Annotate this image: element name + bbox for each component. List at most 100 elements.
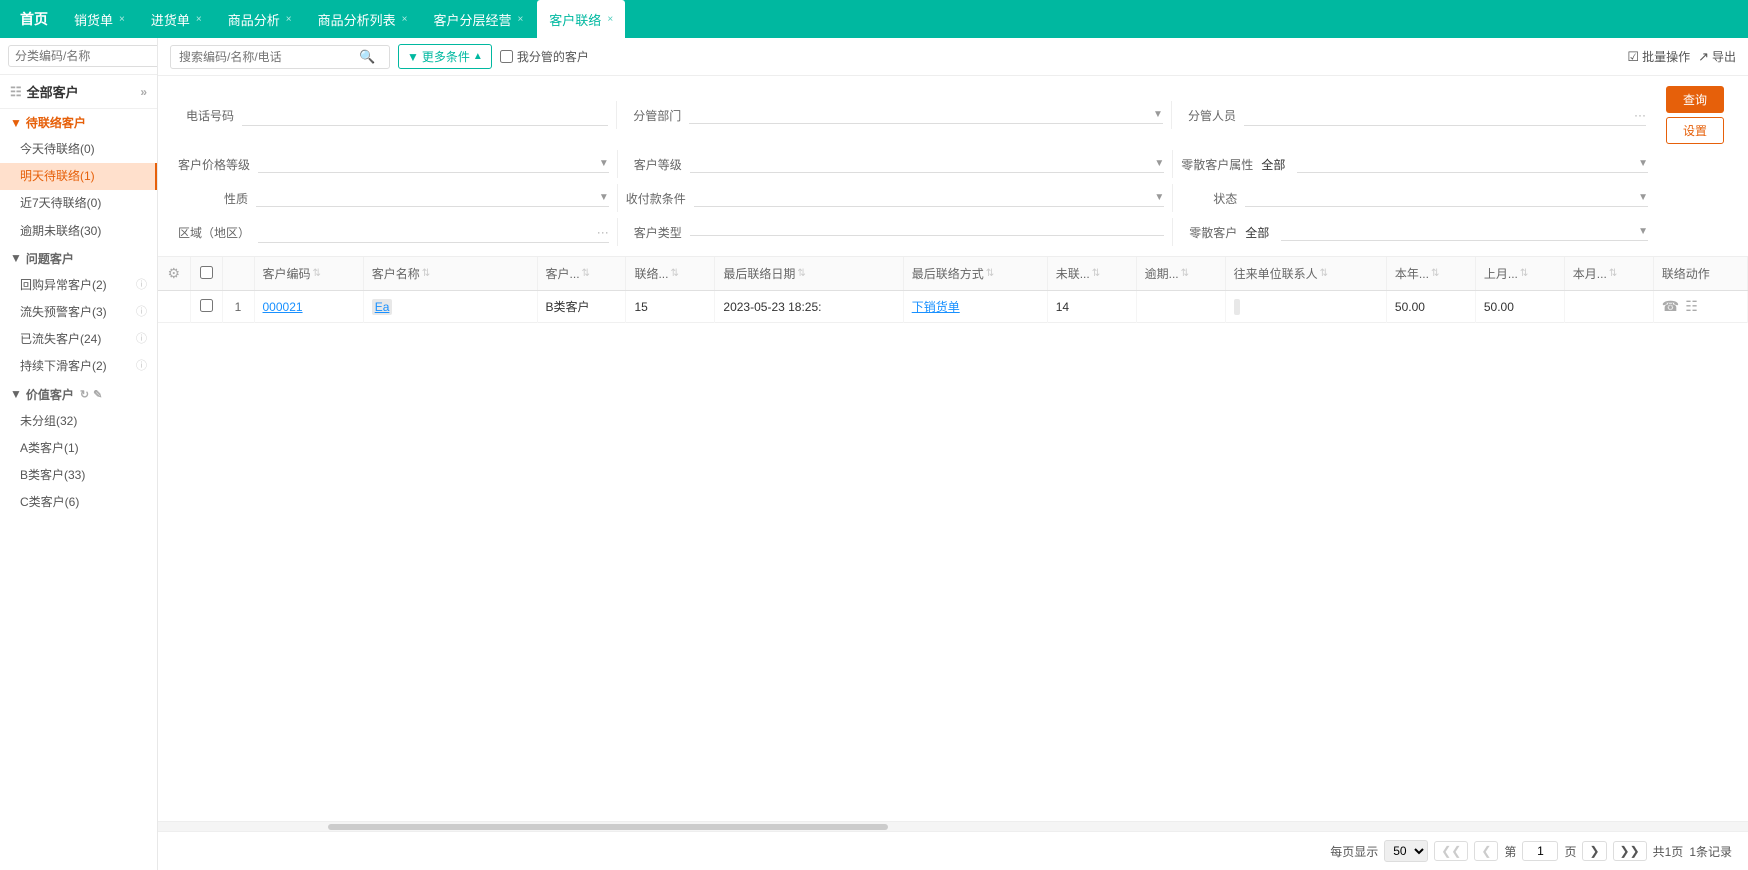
sidebar-item-classB[interactable]: B类客户(33) xyxy=(0,462,157,489)
sidebar-item-today[interactable]: 今天待联络(0) xyxy=(0,136,157,163)
table-row: 1 000021 Ea B类客户 15 xyxy=(158,291,1748,323)
prev-prev-btn[interactable]: ❮❮ xyxy=(1434,841,1468,861)
search-input[interactable] xyxy=(179,50,359,64)
export-btn[interactable]: ↗ 导出 xyxy=(1698,48,1736,65)
filter-retail-attr-select[interactable]: ▼ xyxy=(1297,155,1648,173)
filter-icon: ▼ xyxy=(407,50,419,64)
sidebar-group-pending-title[interactable]: ▼ 待联络客户 xyxy=(0,109,157,136)
nav-purchase[interactable]: 进货单 × xyxy=(139,0,214,38)
col-type-header[interactable]: 客户... ⇅ xyxy=(537,257,626,291)
close-icon[interactable]: × xyxy=(517,14,523,25)
search-icon[interactable]: 🔍 xyxy=(359,49,375,65)
col-contacts-header[interactable]: 联络... ⇅ xyxy=(626,257,715,291)
sidebar-item-ungrouped[interactable]: 未分组(32) xyxy=(0,408,157,435)
prev-btn[interactable]: ❮ xyxy=(1474,841,1498,861)
refresh-icon[interactable]: ↻ xyxy=(80,388,89,401)
filter-payment-field: 收付款条件 ▼ xyxy=(618,189,1173,207)
content-area: 🔍 ▼ 更多条件 ▲ 我分管的客户 ☑ 批量操作 ↗ 导出 xyxy=(158,38,1748,870)
sidebar-item-declining[interactable]: 持续下滑客户(2) ⓘ xyxy=(0,353,157,380)
nav-analysis-list[interactable]: 商品分析列表 × xyxy=(306,0,420,38)
sidebar-all-customers[interactable]: ☷ 全部客户 » xyxy=(0,75,157,109)
close-icon[interactable]: × xyxy=(286,14,292,25)
filter-person-select[interactable]: ··· xyxy=(1244,105,1646,126)
sidebar-item-warning[interactable]: 流失预警客户(3) ⓘ xyxy=(0,299,157,326)
filter-retail-cust-value: 全部 xyxy=(1245,224,1269,241)
filter-status-select[interactable]: ▼ xyxy=(1245,189,1648,207)
sort-icon: ⇅ xyxy=(313,268,321,279)
filter-payment-select[interactable]: ▼ xyxy=(694,189,1164,207)
filter-nature-select[interactable]: ▼ xyxy=(256,189,609,207)
sidebar-group-value-title[interactable]: ▼ 价值客户 ↻ ✎ xyxy=(0,381,157,408)
col-overdue-header[interactable]: 逾期... ⇅ xyxy=(1136,257,1225,291)
filter-cust-level-select[interactable]: ▼ xyxy=(690,155,1165,173)
filter-price-level-field: 客户价格等级 ▼ xyxy=(170,155,617,173)
my-customers-checkbox[interactable] xyxy=(500,50,513,63)
nav-home[interactable]: 首页 xyxy=(8,0,60,38)
filter-status-label: 状态 xyxy=(1181,190,1237,207)
batch-op-btn[interactable]: ☑ 批量操作 xyxy=(1627,48,1690,65)
edit-icon[interactable]: ✎ xyxy=(93,388,102,401)
sidebar-item-classC[interactable]: C类客户(6) xyxy=(0,489,157,516)
horizontal-scrollbar[interactable] xyxy=(158,821,1748,831)
col-this-year-header[interactable]: 本年... ⇅ xyxy=(1386,257,1475,291)
col-last-date-header[interactable]: 最后联络日期 ⇅ xyxy=(715,257,903,291)
nav-sales[interactable]: 销货单 × xyxy=(62,0,137,38)
sidebar-item-overdue[interactable]: 逾期未联络(30) xyxy=(0,218,157,245)
close-icon[interactable]: × xyxy=(119,14,125,25)
sidebar-item-tomorrow[interactable]: 明天待联络(1) xyxy=(0,163,157,190)
filter-actions: 查询 设置 xyxy=(1654,86,1736,144)
page-input[interactable] xyxy=(1522,841,1558,861)
next-next-btn[interactable]: ❯❯ xyxy=(1613,841,1647,861)
filter-cust-type-select[interactable] xyxy=(690,229,1165,236)
col-name-header[interactable]: 客户名称 ⇅ xyxy=(363,257,537,291)
nav-customer-layer[interactable]: 客户分层经营 × xyxy=(421,0,535,38)
customer-code-link[interactable]: 000021 xyxy=(263,300,303,314)
more-conditions-btn[interactable]: ▼ 更多条件 ▲ xyxy=(398,44,492,69)
select-all-checkbox[interactable] xyxy=(200,266,213,279)
last-method-link[interactable]: 下销货单 xyxy=(912,300,960,314)
filter-dept-select[interactable]: ▼ xyxy=(689,106,1163,124)
filter-price-select[interactable]: ▼ xyxy=(258,155,609,173)
sidebar-item-lost[interactable]: 已流失客户(24) ⓘ xyxy=(0,326,157,353)
settings-icon[interactable]: ⚙ xyxy=(167,265,180,281)
filter-phone-input[interactable] xyxy=(242,105,608,126)
filter-region-select[interactable]: ··· xyxy=(258,222,609,243)
next-btn[interactable]: ❯ xyxy=(1582,841,1606,861)
sidebar-search-input[interactable] xyxy=(8,45,158,67)
col-code-header[interactable]: 客户编码 ⇅ xyxy=(254,257,363,291)
sidebar-item-classA[interactable]: A类客户(1) xyxy=(0,435,157,462)
col-this-month-header[interactable]: 本月... ⇅ xyxy=(1564,257,1653,291)
row-select-checkbox[interactable] xyxy=(200,299,213,312)
filter-row-3: 性质 ▼ 收付款条件 ▼ 状态 xyxy=(158,184,1748,212)
col-uncontact-header[interactable]: 未联... ⇅ xyxy=(1047,257,1136,291)
page-size-select[interactable]: 50 xyxy=(1384,840,1428,862)
phone-icon[interactable]: ☎ xyxy=(1662,298,1679,315)
grid-action-icon[interactable]: ☷ xyxy=(1685,298,1698,315)
customer-name-link[interactable]: Ea xyxy=(372,299,393,315)
col-last-month-header[interactable]: 上月... ⇅ xyxy=(1475,257,1564,291)
col-last-method-header[interactable]: 最后联络方式 ⇅ xyxy=(903,257,1047,291)
query-button[interactable]: 查询 xyxy=(1666,86,1724,113)
col-action-header: 联络动作 xyxy=(1653,257,1747,291)
close-icon[interactable]: × xyxy=(196,14,202,25)
nav-customer-contact[interactable]: 客户联络 × xyxy=(537,0,625,38)
close-icon[interactable]: × xyxy=(402,14,408,25)
nav-analysis[interactable]: 商品分析 × xyxy=(216,0,304,38)
collapse-icon[interactable]: » xyxy=(140,85,147,99)
sidebar-item-week[interactable]: 近7天待联络(0) xyxy=(0,190,157,217)
toolbar: 🔍 ▼ 更多条件 ▲ 我分管的客户 ☑ 批量操作 ↗ 导出 xyxy=(158,38,1748,76)
row-last-method: 下销货单 xyxy=(903,291,1047,323)
filter-retail-cust-select[interactable]: ▼ xyxy=(1281,223,1648,241)
sort-icon: ⇅ xyxy=(422,268,430,279)
filter-phone-field: 电话号码 xyxy=(170,105,616,126)
row-checkbox xyxy=(190,291,222,323)
sidebar-group-problem-title[interactable]: ▼ 问题客户 xyxy=(0,245,157,272)
scroll-thumb[interactable] xyxy=(328,824,888,830)
info-icon: ⓘ xyxy=(136,331,147,349)
col-no-header xyxy=(222,257,254,291)
col-unit-contact-header[interactable]: 往来单位联系人 ⇅ xyxy=(1225,257,1386,291)
reset-button[interactable]: 设置 xyxy=(1666,117,1724,144)
data-table: ⚙ 客户编码 ⇅ xyxy=(158,257,1748,323)
sidebar-item-abnormal[interactable]: 回购异常客户(2) ⓘ xyxy=(0,272,157,299)
close-icon[interactable]: × xyxy=(607,14,613,25)
